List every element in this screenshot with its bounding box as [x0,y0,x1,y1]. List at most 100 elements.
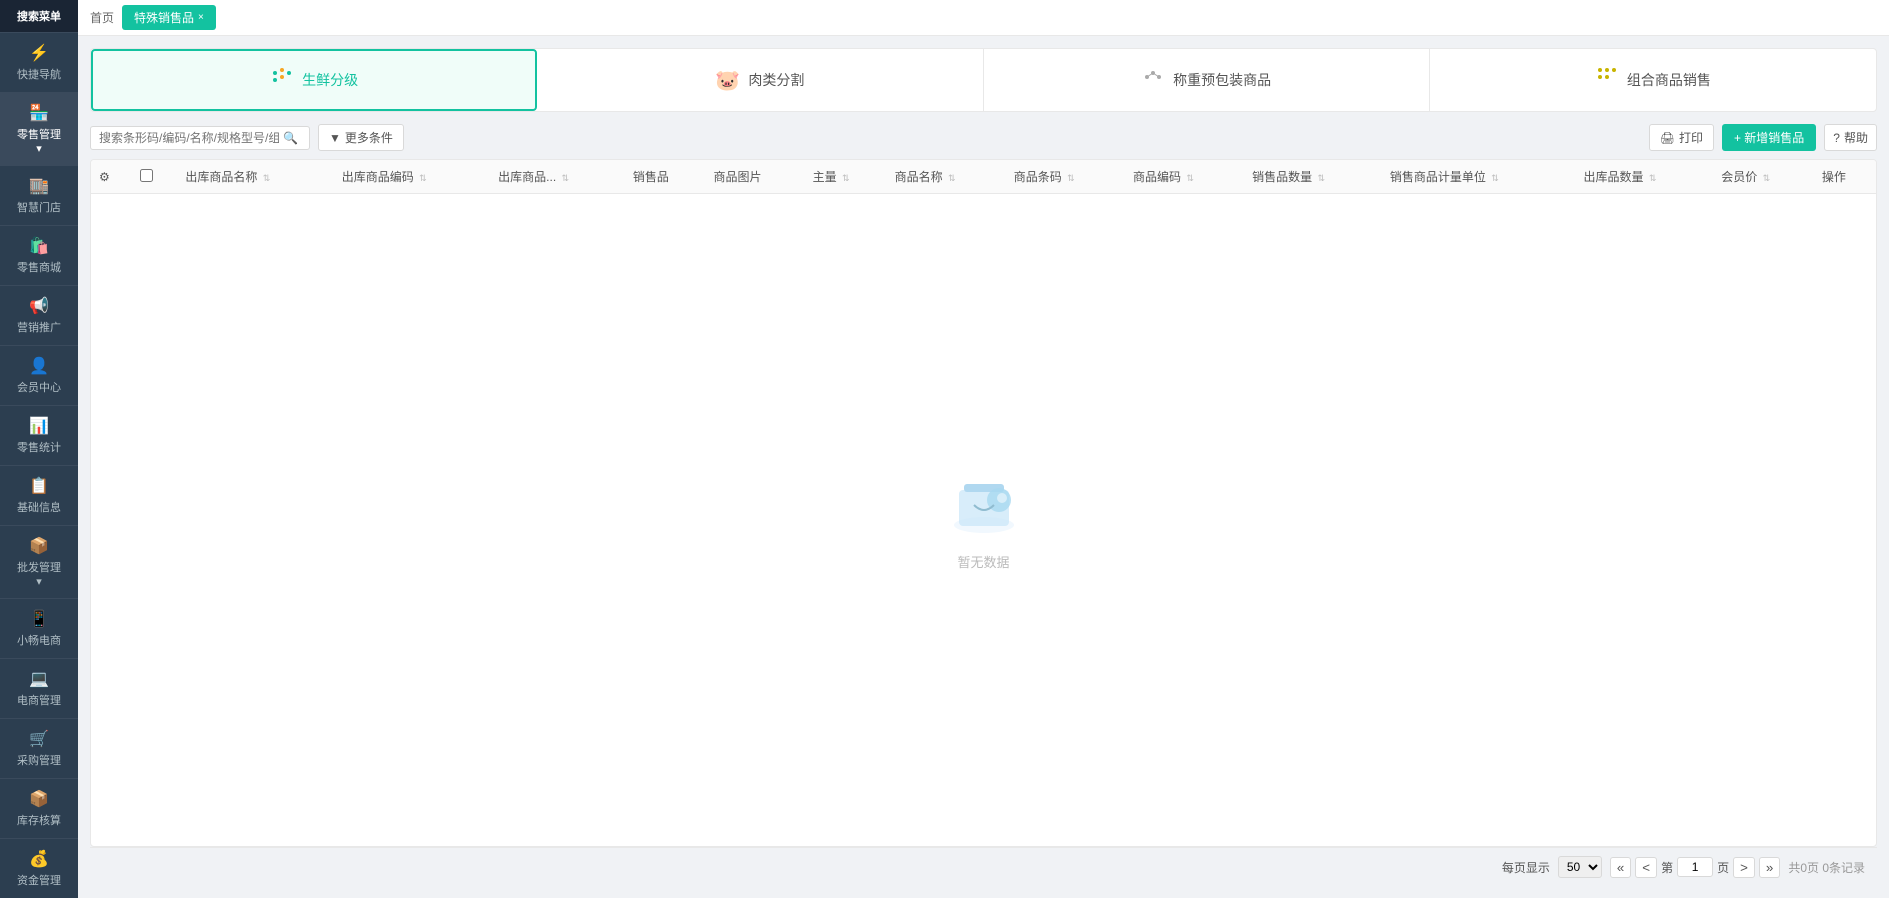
sidebar-item-marketing[interactable]: 📢 营销推广 [0,286,78,346]
toolbar: 🔍 ▼ 更多条件 🖨 打印 + 新增销售品 ? 帮助 [90,124,1877,151]
page-content: 生鲜分级 🐷 肉类分割 称重预包装商品 [78,36,1889,898]
last-page-button[interactable]: » [1759,857,1780,878]
sidebar-item-smart-store[interactable]: 🏬 智慧门店 [0,166,78,226]
sidebar-item-label: 零售统计 [17,439,61,455]
data-table-container: ⚙ 出库商品名称 ⇅ 出库商品编码 ⇅ 出库商品... ⇅ [90,159,1877,847]
sort-icon[interactable]: ⇅ [1318,173,1326,183]
search-box[interactable]: 🔍 [90,126,310,150]
retail-mgmt-icon: 🏪 [29,103,49,123]
cat-tab-label: 生鲜分级 [302,70,358,90]
col-main-unit: 主量 ⇅ [805,160,887,194]
inventory-icon: 📦 [29,789,49,809]
search-input[interactable] [99,131,279,145]
print-icon: 🖨 [1660,131,1675,145]
member-center-icon: 👤 [29,356,49,376]
sidebar-item-retail-mgmt[interactable]: 🏪 零售管理 ▾ [0,93,78,166]
marketing-icon: 📢 [29,296,49,316]
sidebar-item-inventory[interactable]: 📦 库存核算 [0,779,78,839]
topbar: 首页 特殊销售品 × [78,0,1889,36]
col-sale-unit: 销售商品计量单位 ⇅ [1382,160,1576,194]
page-suffix: 页 [1717,859,1729,876]
toolbar-left: 🔍 ▼ 更多条件 [90,124,404,151]
sort-icon[interactable]: ⇅ [948,173,956,183]
sort-icon[interactable]: ⇅ [419,173,427,183]
sidebar-item-purchase-mgmt[interactable]: 🛒 采购管理 [0,719,78,779]
cat-tab-fresh-grade[interactable]: 生鲜分级 [91,49,537,111]
sort-icon[interactable]: ⇅ [1491,173,1499,183]
retail-mall-icon: 🛍️ [29,236,49,256]
fresh-grade-icon [270,65,294,95]
cat-tab-label: 组合商品销售 [1627,70,1711,90]
sidebar-item-retail-stats[interactable]: 📊 零售统计 [0,406,78,466]
per-page-label: 每页显示 [1502,859,1550,876]
tab-close-icon[interactable]: × [198,12,204,23]
col-member-price: 会员价 ⇅ [1713,160,1814,194]
sidebar-item-finance[interactable]: 💰 资金管理 [0,839,78,898]
finance-icon: 💰 [29,849,49,869]
sort-icon[interactable]: ⇅ [562,173,570,183]
weight-pack-icon [1141,65,1165,95]
sidebar-item-label: 零售管理 [17,126,61,142]
total-info: 共0页 0条记录 [1788,859,1865,876]
add-label: + 新增销售品 [1734,129,1804,146]
col-checkbox[interactable] [132,160,177,194]
col-product-name: 商品名称 ⇅ [887,160,1006,194]
sidebar-item-label: 资金管理 [17,872,61,888]
sidebar-item-member-center[interactable]: 👤 会员中心 [0,346,78,406]
col-settings[interactable]: ⚙ [91,160,132,194]
page-input[interactable] [1677,857,1713,877]
cat-tab-combo-sales[interactable]: 组合商品销售 [1430,49,1876,111]
sidebar-logo[interactable]: 搜索菜单 [0,0,78,33]
sort-icon[interactable]: ⇅ [1763,173,1771,183]
add-button[interactable]: + 新增销售品 [1722,124,1816,151]
sort-icon[interactable]: ⇅ [1649,173,1657,183]
sidebar-item-label: 采购管理 [17,752,61,768]
sort-icon[interactable]: ⇅ [1067,173,1075,183]
prev-page-button[interactable]: < [1635,857,1657,878]
sidebar-item-wholesale-mgmt[interactable]: 📦 批发管理 ▾ [0,526,78,599]
empty-state: 暂无数据 [91,194,1876,846]
search-icon: 🔍 [283,131,298,145]
smart-store-icon: 🏬 [29,176,49,196]
combo-sales-icon [1595,65,1619,95]
empty-icon [944,470,1024,540]
print-button[interactable]: 🖨 打印 [1649,124,1714,151]
next-page-button[interactable]: > [1733,857,1755,878]
sort-icon[interactable]: ⇅ [842,173,850,183]
filter-label: 更多条件 [345,129,393,146]
cat-tab-meat-cut[interactable]: 🐷 肉类分割 [537,49,983,111]
col-out-spec: 出库商品... ⇅ [490,160,625,194]
filter-button[interactable]: ▼ 更多条件 [318,124,404,151]
sort-icon[interactable]: ⇅ [1186,173,1194,183]
sidebar-item-quick-nav[interactable]: ⚡ 快捷导航 [0,33,78,93]
sidebar-item-label: 智慧门店 [17,199,61,215]
cat-tab-weight-pack[interactable]: 称重预包装商品 [984,49,1430,111]
home-tab[interactable]: 首页 [90,9,114,26]
col-out-qty: 出库品数量 ⇅ [1575,160,1713,194]
sidebar-item-retail-mall[interactable]: 🛍️ 零售商城 [0,226,78,286]
table-header-row: ⚙ 出库商品名称 ⇅ 出库商品编码 ⇅ 出库商品... ⇅ [91,160,1876,194]
active-tab[interactable]: 特殊销售品 × [122,5,216,30]
sidebar-item-label: 批发管理 [17,559,61,575]
active-tab-label: 特殊销售品 [134,9,194,26]
first-page-button[interactable]: « [1610,857,1631,878]
col-out-code: 出库商品编码 ⇅ [334,160,490,194]
col-out-name: 出库商品名称 ⇅ [177,160,333,194]
sort-icon[interactable]: ⇅ [263,173,271,183]
help-icon: ? [1833,131,1840,145]
chevron-down-icon: ▾ [36,142,42,155]
per-page-select[interactable]: 50 [1558,856,1602,878]
cat-tab-label: 称重预包装商品 [1173,70,1271,90]
select-all-checkbox[interactable] [140,169,153,182]
sidebar-item-mini-ecom[interactable]: 📱 小畅电商 [0,599,78,659]
retail-stats-icon: 📊 [29,416,49,436]
help-button[interactable]: ? 帮助 [1824,124,1877,151]
ecom-mgmt-icon: 💻 [29,669,49,689]
col-sale-item: 销售品 [625,160,706,194]
sidebar-item-ecom-mgmt[interactable]: 💻 电商管理 [0,659,78,719]
col-product-img: 商品图片 [705,160,804,194]
col-sale-qty: 销售品数量 ⇅ [1244,160,1382,194]
sidebar-item-label: 零售商城 [17,259,61,275]
pagination: 每页显示 50 « < 第 页 > » 共0页 0条记录 [90,847,1877,886]
sidebar-item-basic-info[interactable]: 📋 基础信息 [0,466,78,526]
